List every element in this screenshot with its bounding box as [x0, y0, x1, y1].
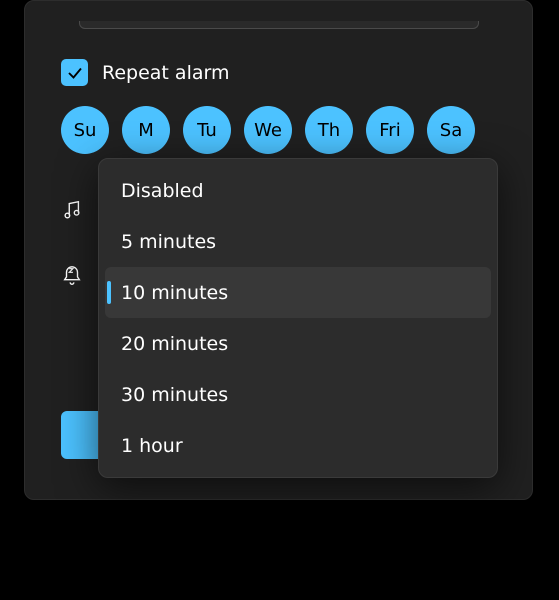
day-we[interactable]: We	[244, 106, 292, 154]
snooze-option-20min[interactable]: 20 minutes	[105, 318, 491, 369]
repeat-alarm-row: Repeat alarm	[61, 59, 496, 86]
snooze-option-10min[interactable]: 10 minutes	[105, 267, 491, 318]
checkmark-icon	[66, 64, 84, 82]
day-sa[interactable]: Sa	[427, 106, 475, 154]
alarm-name-field-bottom[interactable]	[79, 21, 479, 29]
day-tu[interactable]: Tu	[183, 106, 231, 154]
music-note-icon	[61, 199, 85, 225]
repeat-alarm-checkbox[interactable]	[61, 59, 88, 86]
day-mo[interactable]: M	[122, 106, 170, 154]
repeat-alarm-label: Repeat alarm	[102, 62, 229, 84]
snooze-option-30min[interactable]: 30 minutes	[105, 369, 491, 420]
snooze-option-1hour[interactable]: 1 hour	[105, 420, 491, 471]
snooze-option-disabled[interactable]: Disabled	[105, 165, 491, 216]
day-fr[interactable]: Fri	[366, 106, 414, 154]
snooze-dropdown: Disabled 5 minutes 10 minutes 20 minutes…	[98, 158, 498, 478]
snooze-option-5min[interactable]: 5 minutes	[105, 216, 491, 267]
days-row: Su M Tu We Th Fri Sa	[61, 106, 496, 154]
day-th[interactable]: Th	[305, 106, 353, 154]
snooze-bell-icon	[61, 265, 85, 291]
day-su[interactable]: Su	[61, 106, 109, 154]
